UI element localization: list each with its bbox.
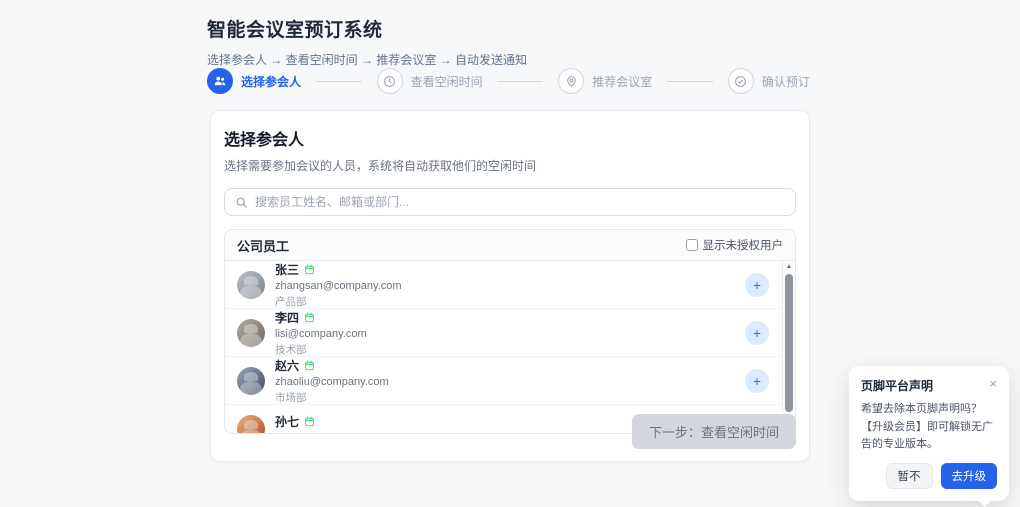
show-unauthorized-label: 显示未授权用户: [702, 240, 784, 252]
add-attendee-button[interactable]: +: [745, 368, 769, 393]
employee-info: 李四 lisi@company.com 技术部: [275, 309, 367, 357]
popup-title: 页脚平台声明: [861, 379, 934, 393]
employee-panel: 公司员工 显示未授权用户 张三 zhangsan@company.com 产品部…: [224, 229, 796, 434]
employee-department: 市场部: [275, 391, 307, 404]
card-footer: 下一步：查看空闲时间: [631, 414, 796, 449]
employee-list[interactable]: 张三 zhangsan@company.com 产品部 + 李四 lisi@co…: [225, 261, 795, 433]
employee-name: 孙七: [275, 415, 300, 429]
stepper: 选择参会人 查看空闲时间 推荐会议室 确认预订: [207, 68, 810, 94]
card-description: 选择需要参加会议的人员，系统将自动获取他们的空闲时间: [224, 159, 537, 173]
select-attendees-card: 选择参会人 选择需要参加会议的人员，系统将自动获取他们的空闲时间 公司员工 显示…: [210, 110, 810, 462]
clock-icon: [376, 68, 403, 94]
show-unauthorized-checkbox[interactable]: [685, 239, 698, 251]
scrollbar-up-arrow[interactable]: ▲: [783, 262, 795, 272]
employee-name: 张三: [275, 262, 300, 277]
employee-name: 李四: [275, 310, 300, 325]
employee-email: lisi@company.com: [275, 327, 367, 340]
step-label: 推荐会议室: [592, 74, 653, 89]
card-title: 选择参会人: [224, 132, 305, 149]
employee-row: 李四 lisi@company.com 技术部 +: [225, 309, 795, 357]
close-icon[interactable]: ×: [989, 377, 997, 390]
step-connector: [497, 80, 544, 82]
add-attendee-button[interactable]: +: [745, 272, 769, 297]
add-attendee-button[interactable]: +: [745, 320, 769, 345]
step-connector: [315, 80, 362, 82]
calendar-icon: [304, 416, 315, 427]
popup-body-text: 希望去除本页脚声明吗？【升级会员】即可解锁无广告的专业版本。: [861, 403, 993, 451]
employee-panel-header: 公司员工 显示未授权用户: [225, 230, 795, 261]
page-title: 智能会议室预订系统: [207, 20, 383, 41]
stepper-step-view-free-time[interactable]: 查看空闲时间: [376, 68, 483, 94]
meeting-booking-page: 智能会议室预订系统 选择参会人 → 查看空闲时间 → 推荐会议室 → 自动发送通…: [0, 0, 1020, 507]
popup-upgrade-button[interactable]: 去升级: [940, 462, 997, 489]
check-circle-icon: [727, 68, 754, 94]
search-icon: [235, 196, 248, 209]
employee-row: 张三 zhangsan@company.com 产品部 +: [225, 261, 795, 309]
employee-search-box[interactable]: [224, 188, 796, 216]
employee-info: 孙七 sunqi@company.com: [275, 413, 380, 433]
employee-info: 赵六 zhaoliu@company.com 市场部: [275, 357, 389, 405]
show-unauthorized-toggle[interactable]: 显示未授权用户: [685, 237, 784, 253]
location-pin-icon: [558, 68, 585, 94]
page-subtitle: 选择参会人 → 查看空闲时间 → 推荐会议室 → 自动发送通知: [207, 53, 528, 67]
stepper-step-confirm-booking[interactable]: 确认预订: [727, 68, 810, 94]
step-label: 选择参会人: [241, 74, 302, 89]
stepper-step-select-attendees[interactable]: 选择参会人: [207, 68, 301, 94]
employee-row: 赵六 zhaoliu@company.com 市场部 +: [225, 357, 795, 405]
popup-tail: [978, 493, 991, 507]
employee-panel-title: 公司员工: [237, 238, 290, 254]
employee-email: sunqi@company.com: [275, 432, 380, 433]
step-connector: [667, 80, 714, 82]
avatar: [237, 366, 265, 395]
step-label: 查看空闲时间: [410, 74, 483, 89]
avatar: [237, 318, 265, 347]
employee-email: zhangsan@company.com: [275, 279, 402, 292]
popup-later-button[interactable]: 暂不: [885, 462, 933, 489]
step-label: 确认预订: [761, 74, 810, 89]
avatar: [237, 270, 265, 299]
employee-list-scrollbar[interactable]: ▲ ▼: [782, 262, 794, 432]
users-icon: [207, 68, 233, 94]
page-header: 智能会议室预订系统 选择参会人 → 查看空闲时间 → 推荐会议室 → 自动发送通…: [207, 15, 807, 68]
employee-department: 产品部: [275, 295, 307, 308]
calendar-icon: [304, 264, 315, 275]
avatar: [237, 414, 265, 433]
scrollbar-thumb[interactable]: [785, 274, 793, 412]
employee-email: zhaoliu@company.com: [275, 375, 389, 388]
footer-declaration-popup: 页脚平台声明 × 希望去除本页脚声明吗？【升级会员】即可解锁无广告的专业版本。 …: [849, 366, 1009, 507]
employee-name: 赵六: [275, 358, 300, 373]
employee-search-input[interactable]: [255, 195, 785, 209]
employee-info: 张三 zhangsan@company.com 产品部: [275, 261, 402, 309]
calendar-icon: [304, 312, 315, 323]
stepper-step-recommend-room[interactable]: 推荐会议室: [558, 68, 652, 94]
next-step-button[interactable]: 下一步：查看空闲时间: [631, 414, 796, 449]
calendar-icon: [304, 360, 315, 371]
employee-department: 技术部: [275, 343, 307, 356]
